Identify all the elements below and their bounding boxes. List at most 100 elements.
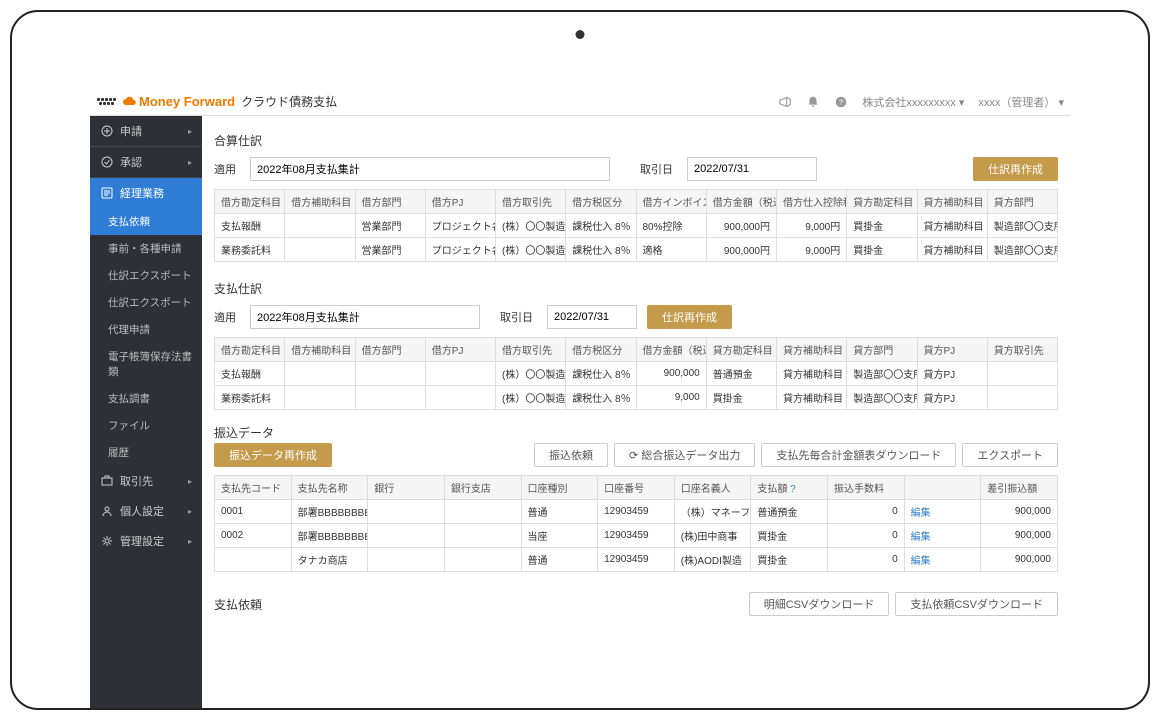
app-screen: Money Forward クラウド債務支払 ? 株式会社xxxxxxxxx ▾… [90, 88, 1070, 708]
sidebar-sub-0[interactable]: 支払依頼 [90, 208, 202, 235]
plus-icon [100, 124, 114, 138]
biz-icon [100, 474, 114, 488]
col-header: 貸方部門 [987, 190, 1057, 214]
gassan-date-label: 取引日 [640, 161, 673, 177]
table-cell: 900,000 [636, 362, 706, 386]
transfer-action-3[interactable]: エクスポート [962, 443, 1058, 467]
sidebar-sub-1[interactable]: 事前・各種申請 [90, 235, 202, 262]
table-cell: (株)田中商事 [674, 524, 751, 548]
col-header: 口座番号 [598, 476, 675, 500]
sidebar-sub-2[interactable]: 仕訳エクスポート [90, 262, 202, 289]
chevron-right-icon: ▸ [188, 537, 192, 546]
footer-action-0[interactable]: 明細CSVダウンロード [749, 592, 890, 616]
megaphone-icon[interactable] [778, 95, 792, 109]
table-cell: 編集 [904, 548, 981, 572]
edit-link[interactable]: 編集 [911, 532, 931, 543]
sidebar-label: 管理設定 [120, 533, 164, 549]
gassan-date-input[interactable] [687, 157, 817, 181]
table-cell: (株）〇〇製造 [496, 362, 566, 386]
table-cell: 当座 [521, 524, 598, 548]
sidebar-sub-6[interactable]: 支払調書 [90, 385, 202, 412]
table-cell [425, 362, 495, 386]
table-cell: 900,000円 [706, 214, 776, 238]
table-cell: 買掛金 [847, 238, 917, 262]
col-header: 貸方補助科目 [777, 338, 847, 362]
sidebar-item-keiri[interactable]: 経理業務 [90, 178, 202, 208]
sidebar-item-gear[interactable]: 管理設定 ▸ [90, 526, 202, 556]
help-icon[interactable]: ? [834, 95, 848, 109]
refresh-icon: ⟳ [629, 450, 641, 462]
transfer-action-0[interactable]: 振込依頼 [534, 443, 608, 467]
footer-action-1[interactable]: 支払依頼CSVダウンロード [895, 592, 1058, 616]
table-cell: 買掛金 [751, 548, 828, 572]
user-name[interactable]: xxxx（管理者） ▾ [978, 94, 1064, 110]
product-name: クラウド債務支払 [241, 93, 337, 110]
gassan-controls: 適用 取引日 仕訳再作成 [214, 157, 1058, 181]
chevron-right-icon: ▸ [188, 127, 192, 136]
table-cell: 0 [828, 500, 905, 524]
gassan-recreate-button[interactable]: 仕訳再作成 [973, 157, 1058, 181]
table-cell [444, 500, 521, 524]
table-cell: 製造部〇〇支所 [987, 214, 1057, 238]
transfer-header: 振込データ [214, 424, 1058, 441]
sidebar-sub-7[interactable]: ファイル [90, 412, 202, 439]
sidebar-sub-8[interactable]: 履歴 [90, 439, 202, 466]
table-cell: 0002 [215, 524, 292, 548]
table-cell: 9,000円 [777, 238, 847, 262]
table-cell: 支払報酬 [215, 362, 285, 386]
sidebar-sub-3[interactable]: 仕訳エクスポート [90, 289, 202, 316]
table-cell: 普通預金 [706, 362, 776, 386]
table-cell: 営業部門 [355, 238, 425, 262]
apps-grid-icon[interactable] [96, 92, 116, 112]
transfer-recreate-button[interactable]: 振込データ再作成 [214, 443, 332, 467]
col-header: 口座名義人 [674, 476, 751, 500]
transfer-action-1[interactable]: ⟳ 総合振込データ出力 [614, 443, 755, 467]
table-cell: 普通 [521, 548, 598, 572]
help-icon[interactable]: ? [790, 484, 796, 495]
table-cell: 900,000円 [706, 238, 776, 262]
shiharai-date-input[interactable] [547, 305, 637, 329]
col-header: 貸方PJ [917, 338, 987, 362]
table-cell: 課税仕入 8％ [566, 386, 636, 410]
company-name[interactable]: 株式会社xxxxxxxxx ▾ [862, 94, 964, 110]
col-header: 借方仕入控除税額 [777, 190, 847, 214]
col-header: 支払額 ? [751, 476, 828, 500]
table-cell: 12903459 [598, 500, 675, 524]
sidebar-item-person[interactable]: 個人設定▸ [90, 496, 202, 526]
sidebar-sub-5[interactable]: 電子帳簿保存法書類 [90, 343, 202, 385]
table-cell [355, 362, 425, 386]
col-header: 借方PJ [425, 190, 495, 214]
check-icon [100, 155, 114, 169]
edit-link[interactable]: 編集 [911, 508, 931, 519]
table-cell [355, 386, 425, 410]
sidebar-item-plus[interactable]: 申請▸ [90, 116, 202, 147]
table-cell: 貸方補助科目 [777, 362, 847, 386]
edit-link[interactable]: 編集 [911, 556, 931, 567]
col-header: 支払先コード [215, 476, 292, 500]
shiharai-recreate-button[interactable]: 仕訳再作成 [647, 305, 732, 329]
footer-title: 支払依頼 [214, 596, 262, 613]
sidebar: 申請▸承認▸ 経理業務 支払依頼事前・各種申請仕訳エクスポート仕訳エクスポート代… [90, 116, 202, 708]
sidebar-item-biz[interactable]: 取引先▸ [90, 466, 202, 496]
cloud-icon [122, 95, 136, 109]
sidebar-sub-4[interactable]: 代理申請 [90, 316, 202, 343]
footer-row: 支払依頼 明細CSVダウンロード支払依頼CSVダウンロード [214, 592, 1058, 616]
shiharai-apply-input[interactable] [250, 305, 480, 329]
col-header: 借方インボイス経過措置 [636, 190, 706, 214]
top-right: ? 株式会社xxxxxxxxx ▾ xxxx（管理者） ▾ [778, 94, 1064, 110]
transfer-action-2[interactable]: 支払先毎合計金額表ダウンロード [761, 443, 956, 467]
main: 合算仕訳 適用 取引日 仕訳再作成 借方勘定科目借方補助科目借方部門借方PJ借方… [202, 116, 1070, 708]
table-cell: 編集 [904, 524, 981, 548]
table-cell: 課税仕入 8％ [566, 214, 636, 238]
table-cell: 80%控除 [636, 214, 706, 238]
transfer-table: 支払先コード支払先名称銀行銀行支店口座種別口座番号口座名義人支払額 ?振込手数料… [214, 475, 1058, 572]
bell-icon[interactable] [806, 95, 820, 109]
table-cell [285, 214, 355, 238]
table-cell: 0 [828, 548, 905, 572]
sidebar-item-check[interactable]: 承認▸ [90, 147, 202, 178]
gassan-apply-input[interactable] [250, 157, 610, 181]
col-header: 支払先名称 [291, 476, 368, 500]
gassan-table: 借方勘定科目借方補助科目借方部門借方PJ借方取引先借方税区分借方インボイス経過措… [214, 189, 1058, 262]
col-header: 借方PJ [425, 338, 495, 362]
table-cell: プロジェクト名 [425, 214, 495, 238]
